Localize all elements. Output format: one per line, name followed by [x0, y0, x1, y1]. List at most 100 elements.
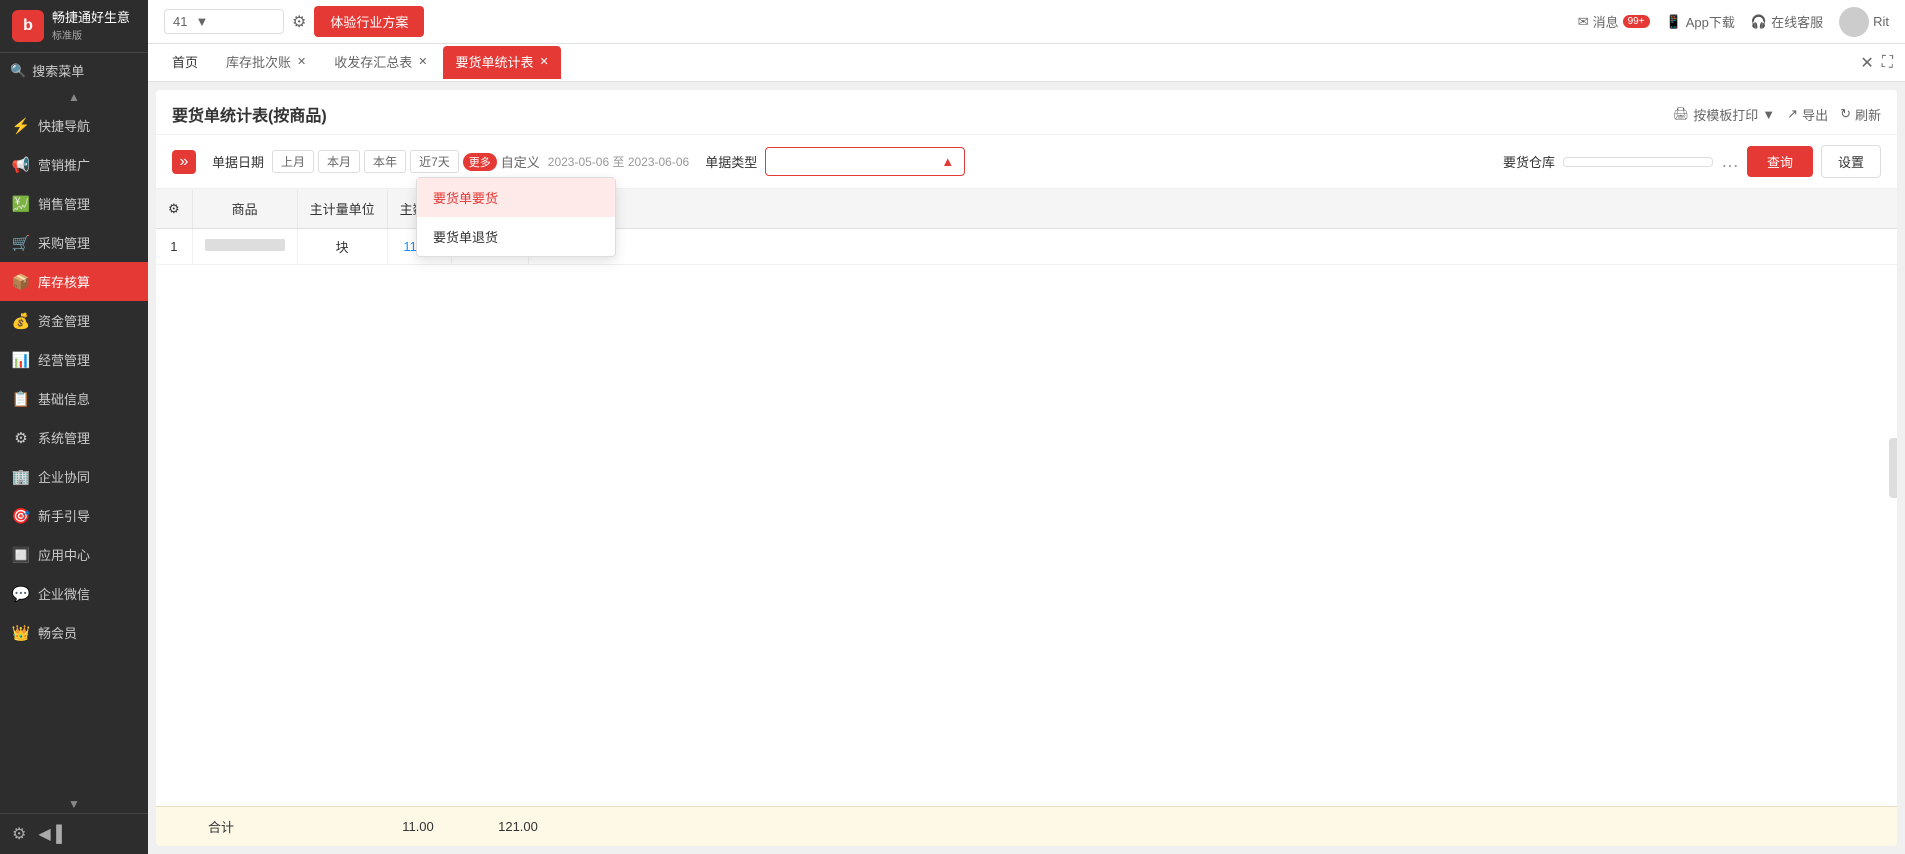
sidebar-item-apps[interactable]: 🔲 应用中心 — [0, 535, 148, 574]
query-button[interactable]: 查询 — [1747, 146, 1813, 177]
sidebar-item-label: 畅会员 — [38, 623, 77, 642]
trial-button[interactable]: 体验行业方案 — [314, 6, 424, 37]
sidebar-item-operations[interactable]: 📊 经营管理 — [0, 340, 148, 379]
date-filter-group: 单据日期 上月 本月 本年 近7天 更多 自定义 2023-05-06 至 20… — [212, 150, 689, 173]
warehouse-select[interactable] — [1563, 157, 1713, 167]
sidebar-item-label: 企业微信 — [38, 584, 90, 603]
chevron-print-icon: ▼ — [1762, 107, 1775, 122]
date-this-year-btn[interactable]: 本年 — [364, 150, 406, 173]
type-dropdown-menu: 要货单要货 要货单退货 — [416, 177, 616, 257]
sidebar-item-wechat[interactable]: 💬 企业微信 — [0, 574, 148, 613]
right-resize-handle[interactable] — [1889, 438, 1897, 498]
export-label: 导出 — [1802, 105, 1828, 124]
footer-amount: 121.00 — [468, 819, 568, 834]
quick-nav-icon: ⚡ — [12, 117, 30, 135]
messages-button[interactable]: ✉ 消息 99+ — [1578, 12, 1650, 31]
date-this-month-btn[interactable]: 本月 — [318, 150, 360, 173]
settings-bottom-icon[interactable]: ⚙ — [12, 824, 26, 844]
row-extra — [528, 229, 1897, 265]
sidebar-scroll-down[interactable]: ▼ — [0, 795, 148, 813]
footer-quantity: 11.00 — [368, 819, 468, 834]
date-last-month-btn[interactable]: 上月 — [272, 150, 314, 173]
col-product: 商品 — [192, 189, 297, 229]
date-shortcuts: 上月 本月 本年 近7天 更多 自定义 — [272, 150, 540, 173]
close-order-summary-icon[interactable]: ✕ — [540, 55, 549, 68]
close-inventory-batch-icon[interactable]: ✕ — [297, 55, 306, 68]
expand-tabs-icon[interactable]: ⛶ — [1882, 54, 1893, 72]
row-product — [192, 229, 297, 265]
table-container: ⚙ 商品 主计量单位 主数量 零售金额 1 块 — [156, 189, 1897, 806]
sidebar-item-quick-nav[interactable]: ⚡ 快捷导航 — [0, 106, 148, 145]
filter-expand-button[interactable]: » — [172, 150, 196, 174]
marketing-icon: 📢 — [12, 156, 30, 174]
tab-home[interactable]: 首页 — [160, 46, 210, 79]
sidebar-item-inventory[interactable]: 📦 库存核算 — [0, 262, 148, 301]
sidebar: b 畅捷通好生意 标准版 🔍 搜索菜单 ▲ ⚡ 快捷导航 📢 营销推广 💹 销售… — [0, 0, 148, 854]
member-icon: 👑 — [12, 624, 30, 642]
type-select-dropdown[interactable]: ▲ — [765, 147, 965, 176]
sidebar-item-marketing[interactable]: 📢 营销推广 — [0, 145, 148, 184]
online-service-button[interactable]: 🎧 在线客服 — [1751, 12, 1823, 31]
close-receivable-summary-icon[interactable]: ✕ — [418, 55, 427, 68]
dropdown-item-order-return[interactable]: 要货单退货 — [417, 217, 615, 256]
sidebar-item-label: 快捷导航 — [38, 116, 90, 135]
wechat-icon: 💬 — [12, 585, 30, 603]
close-all-tabs-icon[interactable]: ✕ — [1860, 53, 1873, 73]
col-unit: 主计量单位 — [297, 189, 387, 229]
export-action[interactable]: ↗ 导出 — [1787, 105, 1828, 124]
sidebar-item-label: 资金管理 — [38, 311, 90, 330]
page-header: 要货单统计表(按商品) 🖨 按模板打印 ▼ ↗ 导出 ↻ 刷新 — [156, 90, 1897, 135]
sidebar-item-member[interactable]: 👑 畅会员 — [0, 613, 148, 652]
tab-inventory-batch[interactable]: 库存批次账 ✕ — [214, 46, 318, 79]
store-name: 41 — [173, 14, 187, 29]
print-action[interactable]: 🖨 按模板打印 ▼ — [1673, 105, 1775, 124]
refresh-action[interactable]: ↻ 刷新 — [1840, 105, 1881, 124]
dropdown-item-order-return-label: 要货单退货 — [433, 230, 498, 245]
collapse-sidebar-icon[interactable]: ◀▐ — [38, 824, 62, 844]
headset-icon: 🎧 — [1751, 14, 1767, 30]
basic-icon: 📋 — [12, 390, 30, 408]
dropdown-item-order-goods[interactable]: 要货单要货 — [417, 178, 615, 217]
sidebar-item-system[interactable]: ⚙ 系统管理 — [0, 418, 148, 457]
sidebar-logo: b 畅捷通好生意 标准版 — [0, 0, 148, 53]
custom-date-label[interactable]: 自定义 — [501, 152, 540, 171]
message-icon: ✉ — [1578, 14, 1589, 30]
refresh-icon: ↻ — [1840, 106, 1851, 122]
logo-icon: b — [12, 10, 44, 42]
header-settings-icon[interactable]: ⚙ — [292, 12, 306, 32]
tab-order-summary[interactable]: 要货单统计表 ✕ — [443, 46, 560, 79]
tab-order-summary-label: 要货单统计表 — [455, 52, 533, 71]
sidebar-item-guide[interactable]: 🎯 新手引导 — [0, 496, 148, 535]
tabs-right: ✕ ⛶ — [1860, 53, 1893, 73]
date-last-7days-btn[interactable]: 近7天 — [410, 150, 459, 173]
print-label: 按模板打印 — [1693, 105, 1758, 124]
sidebar-item-label: 应用中心 — [38, 545, 90, 564]
sidebar-search[interactable]: 🔍 搜索菜单 — [0, 53, 148, 88]
sidebar-item-finance[interactable]: 💰 资金管理 — [0, 301, 148, 340]
sidebar-item-enterprise[interactable]: 🏢 企业协同 — [0, 457, 148, 496]
sidebar-item-label: 经营管理 — [38, 350, 90, 369]
user-menu[interactable]: Rit — [1839, 7, 1889, 37]
sales-icon: 💹 — [12, 195, 30, 213]
tab-receivable-summary[interactable]: 收发存汇总表 ✕ — [322, 46, 439, 79]
sidebar-item-sales[interactable]: 💹 销售管理 — [0, 184, 148, 223]
sidebar-nav: ⚡ 快捷导航 📢 营销推广 💹 销售管理 🛒 采购管理 📦 库存核算 💰 资金管… — [0, 106, 148, 795]
app-download-button[interactable]: 📱 App下载 — [1666, 12, 1735, 31]
app-name: 畅捷通好生意 — [52, 10, 130, 27]
settings-button[interactable]: 设置 — [1821, 145, 1881, 178]
page-actions: 🖨 按模板打印 ▼ ↗ 导出 ↻ 刷新 — [1673, 105, 1881, 124]
header-right: ✉ 消息 99+ 📱 App下载 🎧 在线客服 Rit — [1578, 7, 1889, 37]
settings-col-header[interactable]: ⚙ — [156, 189, 192, 229]
warehouse-filter-group: 要货仓库 … 查询 设置 — [1503, 145, 1881, 178]
type-filter-group: 单据类型 ▲ — [705, 147, 965, 176]
sidebar-item-purchase[interactable]: 🛒 采购管理 — [0, 223, 148, 262]
top-header: 41 ▼ ⚙ 体验行业方案 ✉ 消息 99+ 📱 App下载 🎧 在线客服 R — [148, 0, 1905, 44]
more-filters-icon[interactable]: … — [1721, 151, 1739, 172]
sidebar-item-basic[interactable]: 📋 基础信息 — [0, 379, 148, 418]
more-dates-badge[interactable]: 更多 — [463, 153, 497, 171]
sidebar-bottom: ⚙ ◀▐ — [0, 813, 148, 854]
sidebar-scroll-up[interactable]: ▲ — [0, 88, 148, 106]
store-selector[interactable]: 41 ▼ — [164, 9, 284, 34]
phone-icon: 📱 — [1666, 14, 1682, 30]
user-name: Rit — [1873, 14, 1889, 29]
